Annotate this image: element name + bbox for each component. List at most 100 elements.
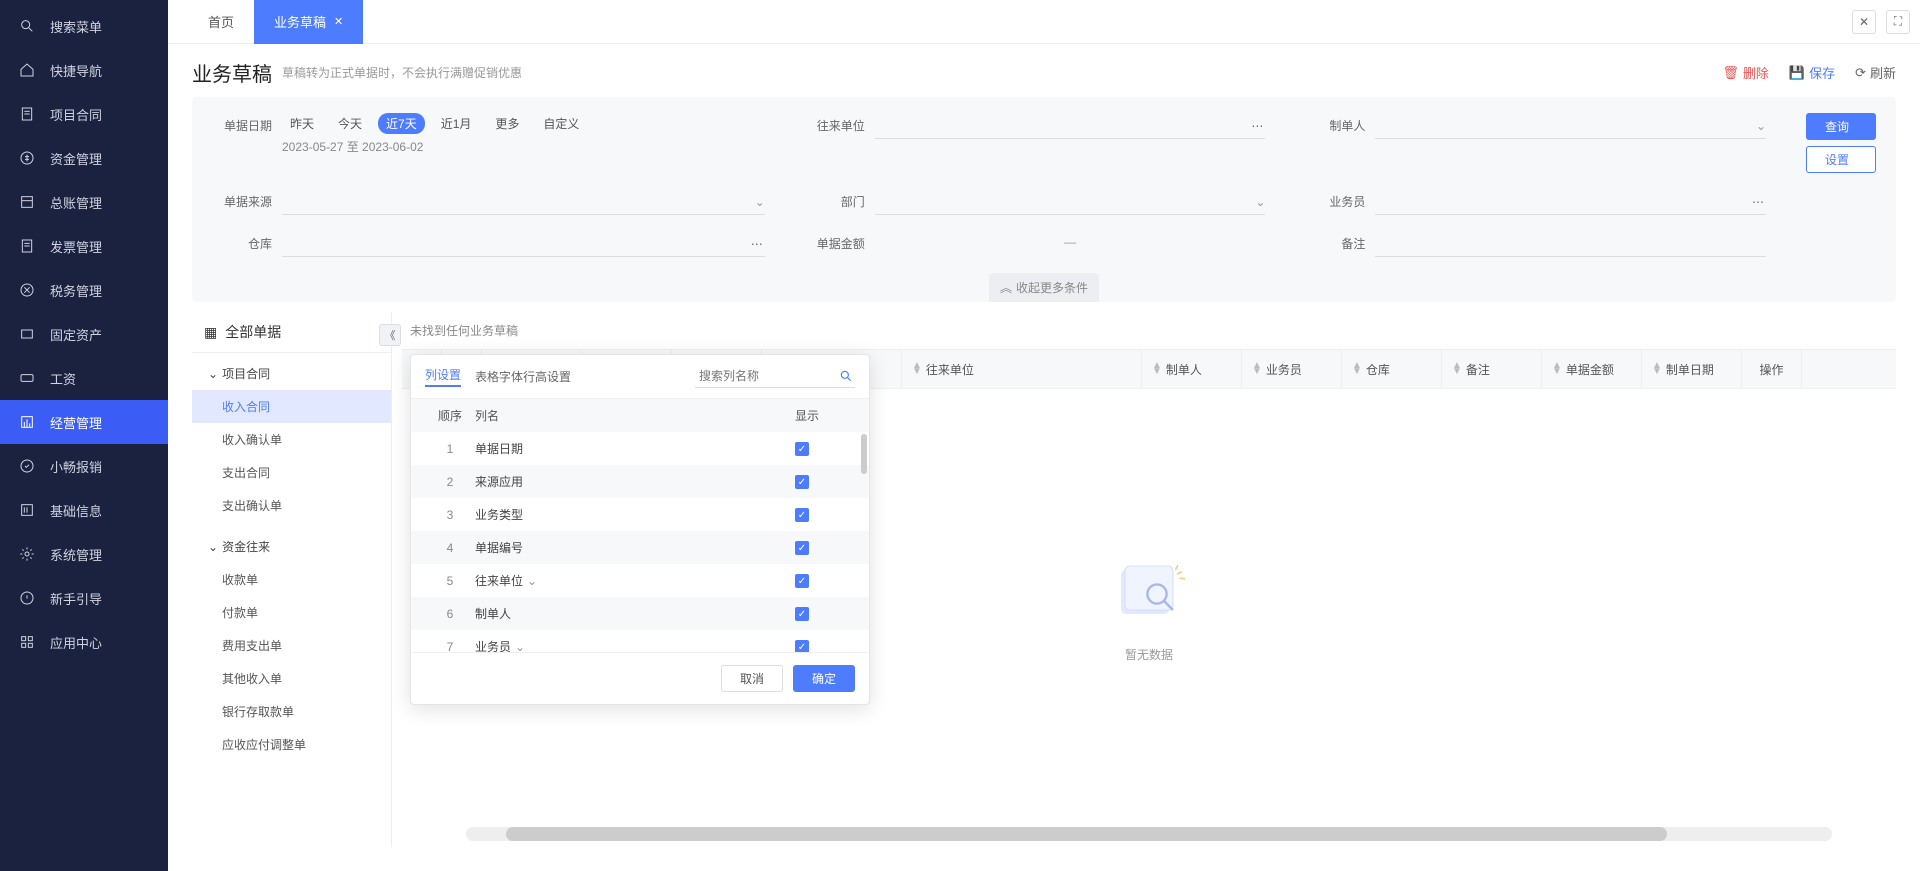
checkbox-checked-icon[interactable]: ✓ bbox=[795, 640, 809, 652]
confirm-button[interactable]: 确定 bbox=[793, 665, 855, 692]
th-warehouse[interactable]: ▲▼仓库 bbox=[1342, 350, 1442, 388]
column-row[interactable]: 5往来单位⌄✓ bbox=[411, 564, 869, 597]
sidebar-item-asset[interactable]: 固定资产 bbox=[0, 312, 168, 356]
tree-leaf-payment[interactable]: 付款单 bbox=[192, 596, 391, 629]
tree-leaf-bank-deposit[interactable]: 银行存取款单 bbox=[192, 695, 391, 728]
tree-leaf-income-confirm[interactable]: 收入确认单 bbox=[192, 423, 391, 456]
note-input[interactable] bbox=[1375, 231, 1766, 257]
tree-leaf-adjust[interactable]: 应收应付调整单 bbox=[192, 728, 391, 761]
th-unit[interactable]: ▲▼往来单位 bbox=[902, 350, 1142, 388]
checkbox-checked-icon[interactable]: ✓ bbox=[795, 508, 809, 522]
sidebar-item-baseinfo[interactable]: 基础信息 bbox=[0, 488, 168, 532]
date-tag-7days[interactable]: 近7天 bbox=[378, 113, 425, 134]
sidebar-item-contract[interactable]: 项目合同 bbox=[0, 92, 168, 136]
tree-leaf-expense-bill[interactable]: 费用支出单 bbox=[192, 629, 391, 662]
th-note[interactable]: ▲▼备注 bbox=[1442, 350, 1542, 388]
sort-icon: ▲▼ bbox=[1252, 363, 1262, 375]
tree-group-contract[interactable]: ⌄项目合同 bbox=[192, 357, 391, 390]
maker-input[interactable]: ⌄ bbox=[1375, 113, 1766, 139]
date-tag-yesterday[interactable]: 昨天 bbox=[282, 113, 322, 134]
source-input[interactable]: ⌄ bbox=[282, 189, 765, 215]
popover-tab-columns[interactable]: 列设置 bbox=[425, 366, 461, 387]
column-row[interactable]: 1单据日期✓ bbox=[411, 432, 869, 465]
tree-leaf-income-contract[interactable]: 收入合同 bbox=[192, 390, 391, 423]
doc-icon bbox=[18, 105, 36, 123]
sort-icon: ▲▼ bbox=[1352, 363, 1362, 375]
date-tag-today[interactable]: 今天 bbox=[330, 113, 370, 134]
filter-label-dept: 部门 bbox=[805, 189, 865, 210]
sidebar-item-apps[interactable]: 应用中心 bbox=[0, 620, 168, 664]
popover-tab-font[interactable]: 表格字体行高设置 bbox=[475, 368, 571, 385]
sales-input[interactable]: ⋯ bbox=[1375, 189, 1766, 215]
close-icon[interactable]: ✕ bbox=[334, 15, 343, 28]
th-maker[interactable]: ▲▼制单人 bbox=[1142, 350, 1242, 388]
checkbox-checked-icon[interactable]: ✓ bbox=[795, 541, 809, 555]
column-row[interactable]: 3业务类型✓ bbox=[411, 498, 869, 531]
column-search-input[interactable] bbox=[695, 365, 855, 388]
cancel-button[interactable]: 取消 bbox=[721, 665, 783, 692]
sidebar-search[interactable]: 搜索菜单 bbox=[0, 4, 168, 48]
chevron-down-icon: ⌄ bbox=[208, 367, 218, 381]
filter-label-source: 单据来源 bbox=[212, 189, 272, 210]
sidebar-item-quicknav[interactable]: 快捷导航 bbox=[0, 48, 168, 92]
asset-icon bbox=[18, 325, 36, 343]
checkbox-checked-icon[interactable]: ✓ bbox=[795, 574, 809, 588]
search-icon[interactable] bbox=[839, 369, 853, 386]
settings-button[interactable]: 设置 bbox=[1806, 146, 1876, 173]
sidebar-item-salary[interactable]: 工资 bbox=[0, 356, 168, 400]
tree-leaf-expense-confirm[interactable]: 支出确认单 bbox=[192, 489, 391, 522]
column-row[interactable]: 7业务员⌄✓ bbox=[411, 630, 869, 652]
date-range-text: 2023-05-27 至 2023-06-02 bbox=[282, 138, 765, 155]
fullscreen-icon[interactable]: ⛶ bbox=[1886, 10, 1910, 34]
th-amount[interactable]: ▲▼单据金额 bbox=[1542, 350, 1642, 388]
sidebar-item-funds[interactable]: 资金管理 bbox=[0, 136, 168, 180]
checkbox-checked-icon[interactable]: ✓ bbox=[795, 607, 809, 621]
close-all-icon[interactable]: ✕ bbox=[1852, 10, 1876, 34]
column-row[interactable]: 2来源应用✓ bbox=[411, 465, 869, 498]
query-button[interactable]: 查询 bbox=[1806, 113, 1876, 140]
tree-leaf-expense-contract[interactable]: 支出合同 bbox=[192, 456, 391, 489]
date-tag-1month[interactable]: 近1月 bbox=[433, 113, 480, 134]
vertical-scrollbar[interactable] bbox=[861, 434, 867, 474]
delete-button[interactable]: 🗑删除 bbox=[1722, 63, 1769, 82]
sidebar-item-ledger[interactable]: 总账管理 bbox=[0, 180, 168, 224]
scrollbar-thumb[interactable] bbox=[506, 827, 1667, 841]
tree-leaf-other-income[interactable]: 其他收入单 bbox=[192, 662, 391, 695]
right-pane: 未找到任何业务草稿 ▲▼单据日期 ▲▼来源应用 ▲▼业务类型 ▲▼单据编号 ▲▼… bbox=[402, 312, 1896, 847]
dept-input[interactable]: ⌄ bbox=[875, 189, 1266, 215]
filter-label-warehouse: 仓库 bbox=[212, 231, 272, 252]
save-button[interactable]: 💾保存 bbox=[1789, 63, 1835, 82]
sidebar-item-business[interactable]: 经营管理 bbox=[0, 400, 168, 444]
warehouse-input[interactable]: ⋯ bbox=[282, 231, 765, 257]
apps-icon bbox=[18, 633, 36, 651]
sidebar-item-tax[interactable]: 税务管理 bbox=[0, 268, 168, 312]
th-sales[interactable]: ▲▼业务员 bbox=[1242, 350, 1342, 388]
th-makedate[interactable]: ▲▼制单日期 bbox=[1642, 350, 1742, 388]
no-data-message: 未找到任何业务草稿 bbox=[402, 312, 1896, 349]
collapse-tree-button[interactable]: 《 bbox=[379, 324, 401, 346]
checkbox-checked-icon[interactable]: ✓ bbox=[795, 442, 809, 456]
sidebar-search-label: 搜索菜单 bbox=[50, 17, 102, 36]
filter-label-amount: 单据金额 bbox=[805, 231, 865, 252]
collapse-filters-button[interactable]: ︽收起更多条件 bbox=[989, 273, 1099, 302]
page-title: 业务草稿 bbox=[192, 58, 272, 87]
info-icon bbox=[18, 501, 36, 519]
tab-draft[interactable]: 业务草稿✕ bbox=[254, 0, 363, 44]
sidebar-item-system[interactable]: 系统管理 bbox=[0, 532, 168, 576]
column-row[interactable]: 6制单人✓ bbox=[411, 597, 869, 630]
sidebar-item-guide[interactable]: 新手引导 bbox=[0, 576, 168, 620]
refresh-button[interactable]: ⟳刷新 bbox=[1855, 63, 1896, 82]
tree-group-funds[interactable]: ⌄资金往来 bbox=[192, 530, 391, 563]
horizontal-scrollbar[interactable] bbox=[466, 827, 1832, 841]
checkbox-checked-icon[interactable]: ✓ bbox=[795, 475, 809, 489]
date-tag-more[interactable]: 更多 bbox=[487, 113, 527, 134]
tab-home[interactable]: 首页 bbox=[188, 0, 254, 44]
sidebar-item-invoice[interactable]: 发票管理 bbox=[0, 224, 168, 268]
unit-input[interactable]: ⋯ bbox=[875, 113, 1266, 139]
column-row[interactable]: 4单据编号✓ bbox=[411, 531, 869, 564]
sidebar-item-expense[interactable]: 小畅报销 bbox=[0, 444, 168, 488]
filter-label-note: 备注 bbox=[1305, 231, 1365, 252]
tree-leaf-receipt[interactable]: 收款单 bbox=[192, 563, 391, 596]
more-icon: ⋯ bbox=[1752, 195, 1766, 209]
date-tag-custom[interactable]: 自定义 bbox=[535, 113, 587, 134]
